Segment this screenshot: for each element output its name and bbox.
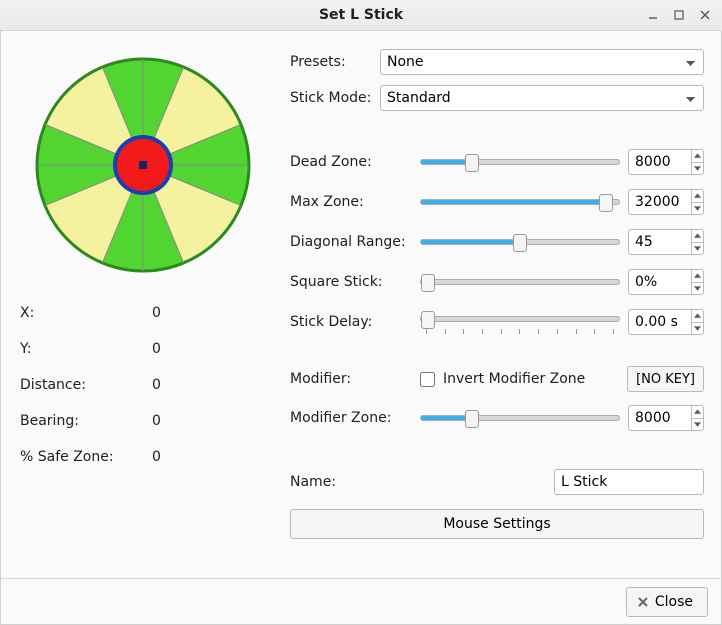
spin-up-icon[interactable] [692, 190, 703, 202]
stick-delay-slider[interactable] [420, 310, 620, 328]
invert-modifier-checkbox[interactable] [420, 372, 435, 387]
spin-down-icon[interactable] [692, 242, 703, 255]
deadzone-slider[interactable] [420, 153, 620, 171]
minimize-icon[interactable] [640, 4, 666, 26]
y-label: Y: [20, 341, 152, 357]
maximize-icon[interactable] [666, 4, 692, 26]
modifier-zone-spin[interactable] [628, 405, 704, 431]
stick-mode-select[interactable]: Standard [380, 85, 704, 111]
square-stick-slider[interactable] [420, 273, 620, 291]
invert-modifier-label: Invert Modifier Zone [443, 371, 585, 387]
diagonal-range-slider[interactable] [420, 233, 620, 251]
safezone-value: 0 [152, 449, 161, 465]
distance-value: 0 [152, 377, 161, 393]
spin-down-icon[interactable] [692, 202, 703, 215]
close-button[interactable]: Close [626, 587, 708, 617]
titlebar: Set L Stick [0, 0, 722, 31]
mouse-settings-button[interactable]: Mouse Settings [290, 509, 704, 539]
maxzone-spin[interactable] [628, 189, 704, 215]
spin-down-icon[interactable] [692, 162, 703, 175]
safezone-label: % Safe Zone: [20, 449, 152, 465]
bearing-label: Bearing: [20, 413, 152, 429]
distance-label: Distance: [20, 377, 152, 393]
maxzone-label: Max Zone: [290, 194, 420, 210]
diagonal-range-label: Diagonal Range: [290, 234, 420, 250]
deadzone-spin[interactable] [628, 149, 704, 175]
x-label: X: [20, 305, 152, 321]
spin-down-icon[interactable] [692, 418, 703, 431]
stick-mode-label: Stick Mode: [290, 90, 380, 106]
stick-delay-spin[interactable] [628, 309, 704, 335]
spin-down-icon[interactable] [692, 322, 703, 335]
name-input[interactable] [554, 469, 704, 495]
presets-select[interactable]: None [380, 49, 704, 75]
x-value: 0 [152, 305, 161, 321]
y-value: 0 [152, 341, 161, 357]
stick-delay-ticks [420, 329, 620, 335]
window: Set L Stick [0, 0, 722, 625]
close-icon[interactable] [692, 4, 718, 26]
spin-up-icon[interactable] [692, 270, 703, 282]
diagonal-range-spin[interactable] [628, 229, 704, 255]
presets-label: Presets: [290, 54, 380, 70]
spin-up-icon[interactable] [692, 150, 703, 162]
modifier-zone-slider[interactable] [420, 409, 620, 427]
stick-delay-label: Stick Delay: [290, 314, 420, 330]
deadzone-label: Dead Zone: [290, 154, 420, 170]
modifier-label: Modifier: [290, 371, 420, 387]
spin-up-icon[interactable] [692, 310, 703, 322]
stick-wheel [33, 55, 253, 275]
modifier-zone-label: Modifier Zone: [290, 410, 420, 426]
maxzone-slider[interactable] [420, 193, 620, 211]
square-stick-spin[interactable] [628, 269, 704, 295]
close-x-icon [637, 596, 649, 608]
readouts: X:0 Y:0 Distance:0 Bearing:0 % Safe Zone… [18, 305, 268, 465]
name-label: Name: [290, 474, 554, 490]
spin-down-icon[interactable] [692, 282, 703, 295]
modifier-key-button[interactable]: [NO KEY] [627, 366, 704, 392]
spin-up-icon[interactable] [692, 406, 703, 418]
window-title: Set L Stick [0, 7, 722, 23]
square-stick-label: Square Stick: [290, 274, 420, 290]
bearing-value: 0 [152, 413, 161, 429]
spin-up-icon[interactable] [692, 230, 703, 242]
